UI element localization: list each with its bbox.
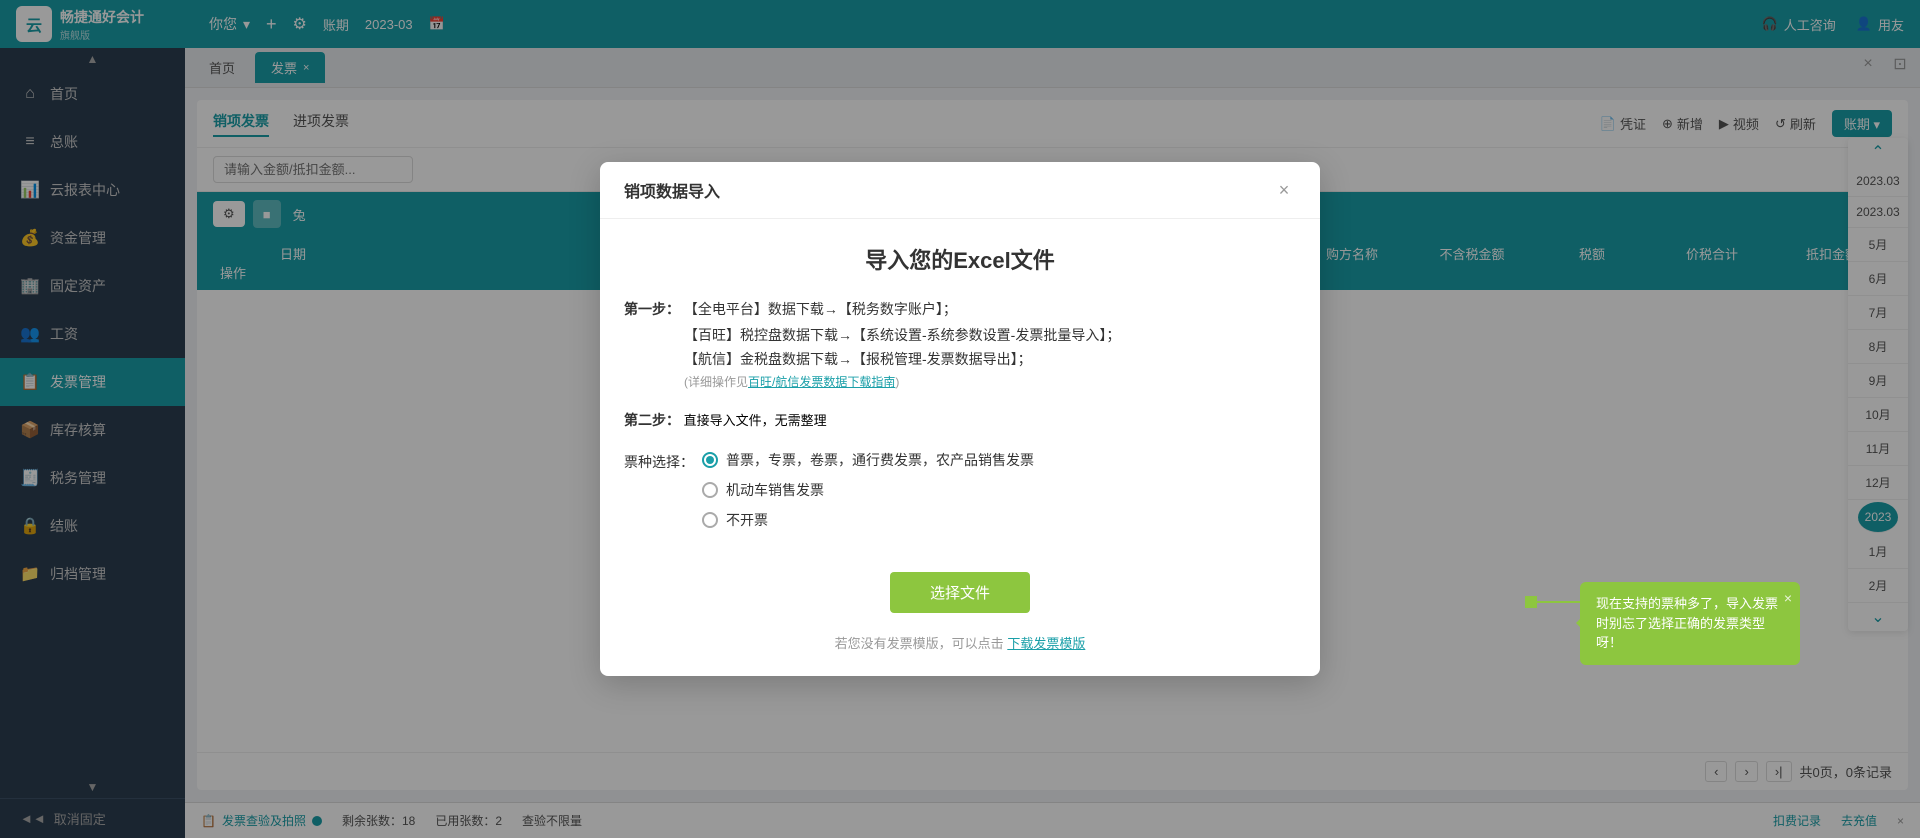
step1-label: 第一步： [624,301,680,317]
modal-dialog: 销项数据导入 × 导入您的Excel文件 第一步： 【全电平台】数据下载→【税务… [600,162,1320,676]
radio-circle-1 [702,452,718,468]
modal-body: 导入您的Excel文件 第一步： 【全电平台】数据下载→【税务数字账户】； 【百… [600,219,1320,676]
ticket-label: 票种选择： [624,452,694,472]
tooltip-line [1537,601,1585,603]
step1-section: 第一步： 【全电平台】数据下载→【税务数字账户】； 【百旺】税控盘数据下载→【系… [624,299,1296,390]
step1-line3: 【航信】金税盘数据下载→【报税管理-发票数据导出】； [624,349,1296,369]
step1-link-area: (详细操作见百旺/航信发票数据下载指南) [624,373,1296,390]
radio-dot-1 [706,456,714,464]
download-template-link[interactable]: 下载发票模版 [1007,636,1085,651]
radio-circle-2 [702,482,718,498]
step1-guide-link[interactable]: 百旺/航信发票数据下载指南 [748,375,895,389]
select-file-button[interactable]: 选择文件 [890,572,1030,613]
tooltip-dot [1525,596,1537,608]
ticket-section: 票种选择： 普票，专票，卷票，通行费发票，农产品销售发票 机动车销售 [624,450,1296,552]
ticket-radio-group: 普票，专票，卷票，通行费发票，农产品销售发票 机动车销售发票 不开票 [702,450,1034,540]
tooltip-connector [1525,596,1585,608]
ticket-option-1[interactable]: 普票，专票，卷票，通行费发票，农产品销售发票 [702,450,1034,470]
modal-overlay: 销项数据导入 × 导入您的Excel文件 第一步： 【全电平台】数据下载→【税务… [0,0,1920,838]
radio-circle-3 [702,512,718,528]
modal-big-title: 导入您的Excel文件 [624,243,1296,275]
modal-header: 销项数据导入 × [600,162,1320,219]
step2-label: 第二步： [624,412,680,428]
modal-title: 销项数据导入 [624,178,720,202]
step2-section: 第二步： 直接导入文件，无需整理 [624,410,1296,430]
tooltip-bubble: × 现在支持的票种多了，导入发票时别忘了选择正确的发票类型呀！ [1580,582,1800,665]
ticket-option-3[interactable]: 不开票 [702,510,1034,530]
modal-close-button[interactable]: × [1272,178,1296,202]
step2-content: 直接导入文件，无需整理 [684,413,827,428]
step1-content1: 【全电平台】数据下载→【税务数字账户】； [684,301,957,317]
ticket-option-2[interactable]: 机动车销售发票 [702,480,1034,500]
tooltip-close-btn[interactable]: × [1784,588,1792,609]
tooltip-text: 现在支持的票种多了，导入发票时别忘了选择正确的发票类型呀！ [1596,596,1778,650]
step1-line2: 【百旺】税控盘数据下载→【系统设置-系统参数设置-发票批量导入】； [624,325,1296,345]
ticket-row: 票种选择： 普票，专票，卷票，通行费发票，农产品销售发票 机动车销售 [624,450,1296,552]
modal-footer: 若您没有发票模版，可以点击 下载发票模版 [624,633,1296,652]
step1-line1: 第一步： 【全电平台】数据下载→【税务数字账户】； [624,299,1296,319]
